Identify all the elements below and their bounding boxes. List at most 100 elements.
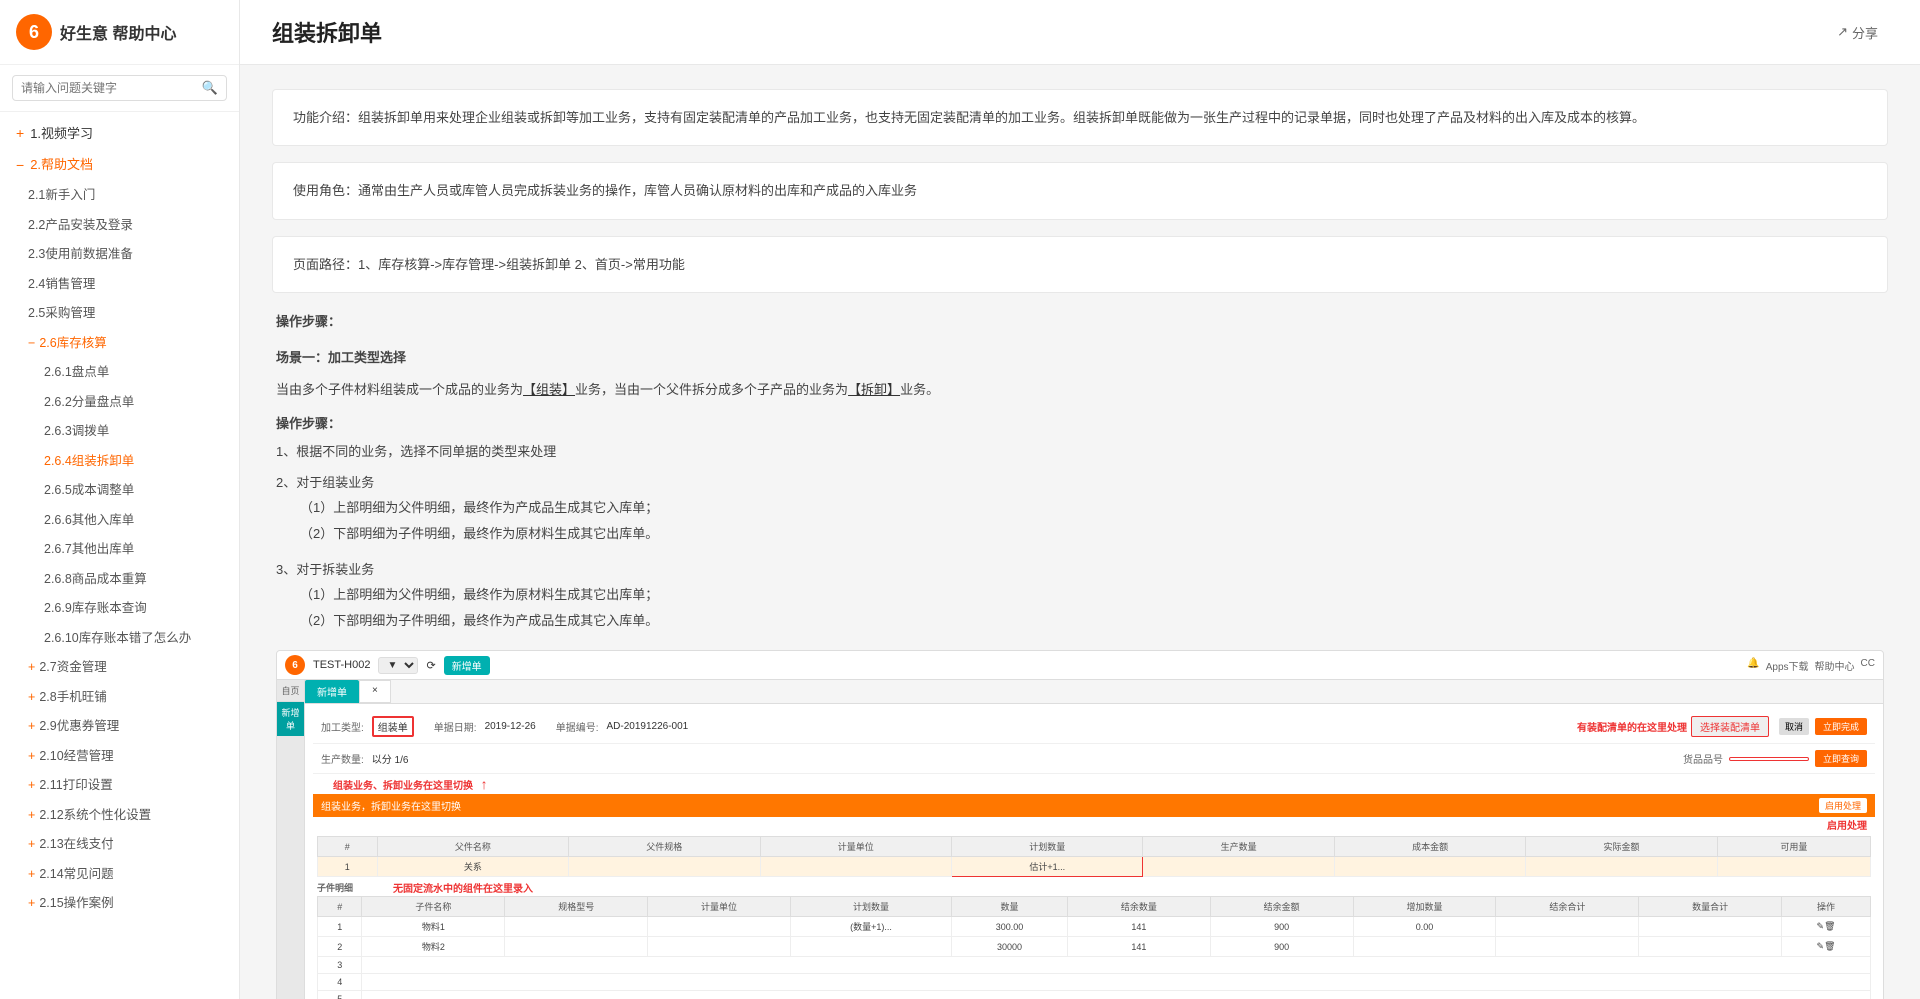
sidebar-item-coupon[interactable]: + 2.9优惠券管理 bbox=[0, 712, 239, 742]
s-remain-amt2: 900 bbox=[1210, 937, 1353, 957]
screenshot: 6 TEST-H002 ▼ ⟳ 新增单 🔔 Apps下载 帮助中心 CC bbox=[277, 651, 1883, 999]
help-icon: 帮助中心 bbox=[1815, 658, 1855, 673]
search-input[interactable] bbox=[21, 81, 202, 95]
s-qty-total2 bbox=[1639, 937, 1782, 957]
cell-planned: 估计+1... bbox=[951, 857, 1142, 877]
share-button[interactable]: ↗ 分享 bbox=[1827, 17, 1888, 48]
th-parent-name: 父件名称 bbox=[377, 837, 568, 857]
sidebar-label: 2.6.4组装拆卸单 bbox=[44, 453, 134, 471]
count-label: 生产数量: bbox=[321, 751, 364, 766]
count-value: 以分 1/6 bbox=[372, 751, 409, 766]
sidebar-item-ops[interactable]: + 2.10经营管理 bbox=[0, 742, 239, 772]
company-select[interactable]: ▼ bbox=[378, 657, 418, 674]
app-content-area: 新增单 × 加工类型: 组装单 单据日期: 2019-12-26 bbox=[305, 680, 1883, 999]
sidebar-item-costadj[interactable]: 2.6.5成本调整单 bbox=[0, 476, 239, 506]
th-planned-qty: 计划数量 bbox=[951, 837, 1142, 857]
cancel-btn[interactable]: 取消 bbox=[1779, 718, 1809, 735]
search-btn[interactable]: 立即查询 bbox=[1815, 750, 1867, 767]
bell-icon: 🔔 bbox=[1747, 658, 1759, 673]
main-table-head: # 父件名称 父件规格 计量单位 计划数量 生产数量 成本金额 bbox=[318, 837, 1871, 857]
sidebar-item-prepare[interactable]: 2.3使用前数据准备 bbox=[0, 240, 239, 270]
sidebar-item-custom[interactable]: + 2.12系统个性化设置 bbox=[0, 801, 239, 831]
sub-th-add-qty: 增加数量 bbox=[1353, 897, 1496, 917]
table-row: 1 关系 估计+1... bbox=[318, 857, 1871, 877]
sidebar-item-mobile[interactable]: + 2.8手机旺铺 bbox=[0, 683, 239, 713]
plus-icon8: + bbox=[28, 836, 35, 854]
main-header: 组装拆卸单 ↗ 分享 bbox=[240, 0, 1920, 65]
s-add-qty: 0.00 bbox=[1353, 917, 1496, 937]
sidebar-item-purchase[interactable]: 2.5采购管理 bbox=[0, 299, 239, 329]
search-input-box[interactable] bbox=[1729, 757, 1809, 761]
delete-icon[interactable]: 🗑 bbox=[1824, 921, 1835, 931]
confirm-btn[interactable]: 立即完成 bbox=[1815, 718, 1867, 735]
th-parent-spec: 父件规格 bbox=[569, 837, 760, 857]
cell-name: 关系 bbox=[377, 857, 568, 877]
sub-th-plan: 计划数量 bbox=[790, 897, 951, 917]
sidebar-label: 2.1新手入门 bbox=[28, 187, 95, 205]
sub-th-name: 子件名称 bbox=[362, 897, 505, 917]
sub-th-remain-qty: 结余数量 bbox=[1067, 897, 1210, 917]
edit-icon2[interactable]: ✎ bbox=[1817, 941, 1825, 951]
sidebar-label: 2.6.6其他入库单 bbox=[44, 512, 134, 530]
tab-new-active[interactable]: 新增单 bbox=[305, 680, 359, 703]
new-order-btn[interactable]: 新增单 bbox=[444, 656, 490, 675]
sidebar-label: 2.6.8商品成本重算 bbox=[44, 571, 147, 589]
main-table-body: 1 关系 估计+1... bbox=[318, 857, 1871, 877]
scene-title: 场景一：加工类型选择 bbox=[276, 345, 1884, 371]
sidebar-item-inventory[interactable]: − 2.6库存核算 bbox=[0, 329, 239, 359]
tab-close[interactable]: × bbox=[359, 680, 391, 703]
sidebar-header: 6 好生意 帮助中心 bbox=[0, 0, 239, 65]
cell-spec bbox=[569, 857, 760, 877]
sidebar-item-stockquery[interactable]: 2.6.9库存账本查询 bbox=[0, 594, 239, 624]
cell-num: 1 bbox=[318, 857, 378, 877]
sidebar-item-install[interactable]: 2.2产品安装及登录 bbox=[0, 211, 239, 241]
search-box: 🔍 bbox=[0, 65, 239, 112]
sidebar-item-stockcount[interactable]: 2.6.1盘点单 bbox=[0, 358, 239, 388]
sidebar-item-stocksplit[interactable]: 2.6.2分量盘点单 bbox=[0, 388, 239, 418]
form-row-type: 加工类型: 组装单 单据日期: 2019-12-26 单据编号: AD-2019… bbox=[313, 710, 1875, 744]
process-label: 组装业务，拆卸业务在这里切换 bbox=[321, 798, 461, 813]
sidebar-item-otherin[interactable]: 2.6.6其他入库单 bbox=[0, 506, 239, 536]
search-wrap[interactable]: 🔍 bbox=[12, 75, 227, 101]
sidebar-label: 2.6库存核算 bbox=[39, 335, 106, 353]
sidebar-item-assembly[interactable]: 2.6.4组装拆卸单 bbox=[0, 447, 239, 477]
app-title: 好生意 帮助中心 bbox=[60, 20, 176, 44]
sidebar-item-productcost[interactable]: 2.6.8商品成本重算 bbox=[0, 565, 239, 595]
sub-header-row: 子件明细 无固定流水中的组件在这里录入 bbox=[313, 877, 1875, 894]
sub-th-num: # bbox=[318, 897, 362, 917]
sidebar-item-docs[interactable]: − 2.帮助文档 bbox=[0, 150, 239, 182]
sidebar-item-faq[interactable]: + 2.14常见问题 bbox=[0, 860, 239, 890]
sub-table-wrap: # 子件名称 规格型号 计量单位 计划数量 数量 结余数量 结余 bbox=[313, 894, 1875, 999]
sidebar-item-otherout[interactable]: 2.6.7其他出库单 bbox=[0, 535, 239, 565]
select-bom-btn[interactable]: 选择装配清单 bbox=[1691, 716, 1769, 737]
process-btn[interactable]: 启用处理 bbox=[1819, 798, 1867, 813]
edit-icon[interactable]: ✎ bbox=[1817, 921, 1825, 931]
sub-table-row: 2 物料2 30000 141 900 bbox=[318, 937, 1871, 957]
sidebar-item-newcomer[interactable]: 2.1新手入门 bbox=[0, 181, 239, 211]
annotation4-text: 无固定流水中的组件在这里录入 bbox=[393, 880, 533, 895]
cell-avail bbox=[1717, 857, 1870, 877]
sidebar-item-print[interactable]: + 2.11打印设置 bbox=[0, 771, 239, 801]
sidebar-item-transfer[interactable]: 2.6.3调拨单 bbox=[0, 417, 239, 447]
s-plan: (数量+1)... bbox=[790, 917, 951, 937]
cell-actual bbox=[1526, 857, 1717, 877]
sidebar-item-onlinepay[interactable]: + 2.13在线支付 bbox=[0, 830, 239, 860]
sidebar-item-cases[interactable]: + 2.15操作案例 bbox=[0, 889, 239, 919]
main-area: 组装拆卸单 ↗ 分享 功能介绍：组装拆卸单用来处理企业组装或拆卸等加工业务，支持… bbox=[240, 0, 1920, 999]
nav-tree: + 1.视频学习 − 2.帮助文档 2.1新手入门 2.2产品安装及登录 2.3… bbox=[0, 112, 239, 999]
annotation-has-bom: 有装配清单的在这里处理 bbox=[1577, 719, 1687, 734]
no-value: AD-20191226-001 bbox=[607, 721, 689, 732]
type-value: 组装单 bbox=[372, 716, 414, 737]
sub-th-qty-total: 数量合计 bbox=[1639, 897, 1782, 917]
sidebar-item-label: 2.帮助文档 bbox=[30, 156, 93, 174]
annotation3-text: 启用处理 bbox=[1827, 817, 1867, 832]
user-icon: CC bbox=[1861, 658, 1875, 673]
sidebar-item-video[interactable]: + 1.视频学习 bbox=[0, 118, 239, 150]
search-icon[interactable]: 🔍 bbox=[202, 80, 218, 96]
delete-icon2[interactable]: 🗑 bbox=[1824, 941, 1835, 951]
sidebar-item-finance[interactable]: + 2.7资金管理 bbox=[0, 653, 239, 683]
sidebar-item-stockerror[interactable]: 2.6.10库存账本错了怎么办 bbox=[0, 624, 239, 654]
plus-icon9: + bbox=[28, 866, 35, 884]
cell-unit bbox=[760, 857, 951, 877]
sidebar-item-sales[interactable]: 2.4销售管理 bbox=[0, 270, 239, 300]
